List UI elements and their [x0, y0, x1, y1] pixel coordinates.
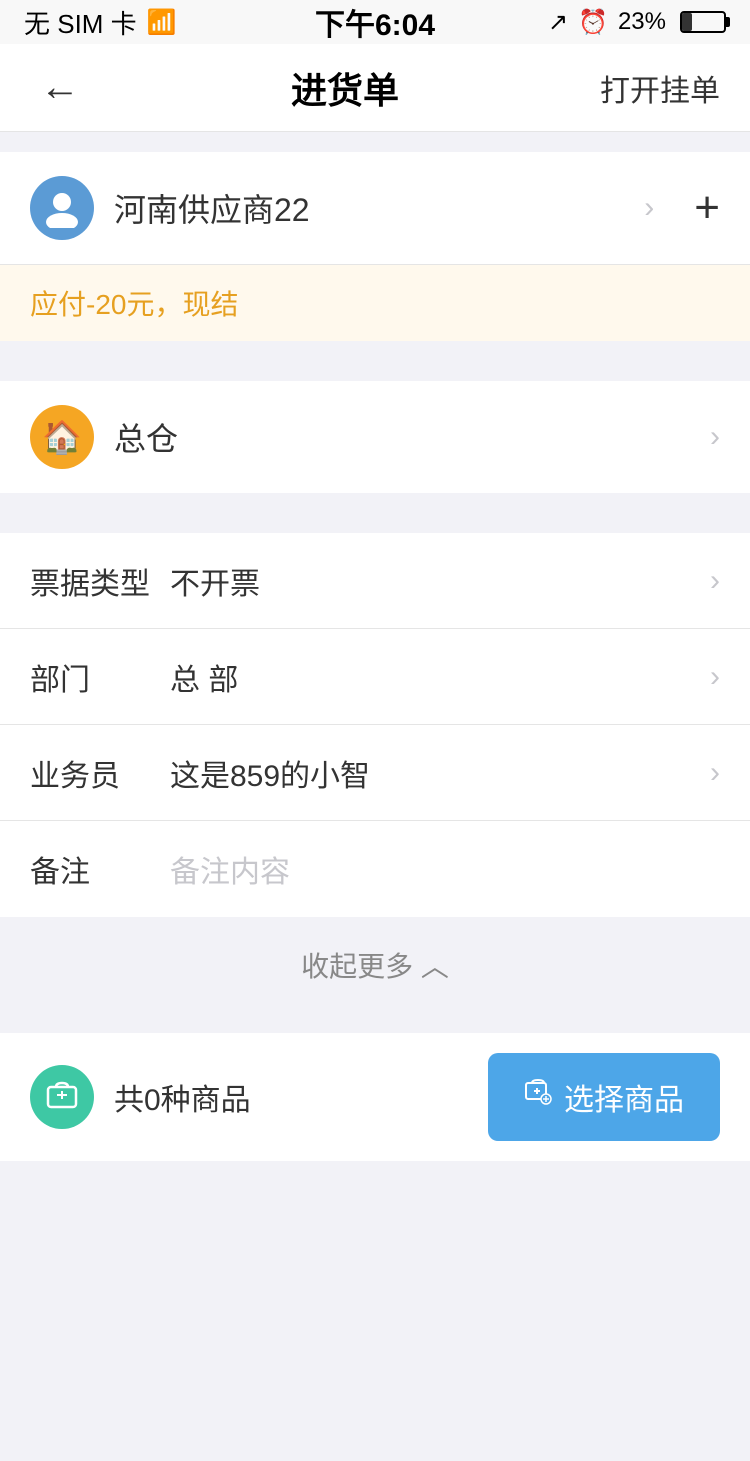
- remark-input[interactable]: 备注内容: [170, 847, 720, 891]
- cart-icon: [30, 1065, 94, 1129]
- page-title: 进货单: [291, 62, 399, 114]
- nav-bar: ← 进货单 打开挂单: [0, 44, 750, 132]
- remark-row[interactable]: 备注 备注内容: [0, 821, 750, 917]
- warehouse-row[interactable]: 🏠 总仓 ›: [0, 381, 750, 493]
- dept-label: 部门: [30, 655, 170, 699]
- top-divider: [0, 132, 750, 152]
- remark-label: 备注: [30, 847, 170, 891]
- salesman-chevron-icon: ›: [710, 756, 720, 790]
- back-button[interactable]: ←: [30, 55, 90, 120]
- notice-banner: 应付-20元，现结: [0, 265, 750, 341]
- dept-value: 总 部: [170, 655, 710, 699]
- select-product-button[interactable]: 选择商品: [488, 1053, 720, 1141]
- product-count: 共0种商品: [114, 1075, 488, 1119]
- collapse-button[interactable]: 收起更多 ︿: [0, 917, 750, 1013]
- invoice-value: 不开票: [170, 559, 710, 603]
- supplier-name: 河南供应商22: [114, 185, 644, 231]
- collapse-text: 收起更多 ︿: [301, 945, 449, 985]
- product-divider: [0, 1013, 750, 1033]
- product-bar: 共0种商品 选择商品: [0, 1033, 750, 1161]
- salesman-value: 这是859的小智: [170, 751, 710, 795]
- select-product-icon: [524, 1079, 552, 1115]
- carrier-text: 无 SIM 卡: [24, 4, 137, 41]
- form-section: 票据类型 不开票 › 部门 总 部 › 业务员 这是859的小智 › 备注 备注…: [0, 533, 750, 917]
- status-left: 无 SIM 卡 📶: [24, 4, 177, 41]
- invoice-label: 票据类型: [30, 559, 170, 603]
- supplier-row[interactable]: 河南供应商22 › +: [0, 152, 750, 265]
- supplier-chevron-icon: ›: [644, 191, 654, 225]
- dept-row[interactable]: 部门 总 部 ›: [0, 629, 750, 725]
- wifi-icon: 📶: [147, 8, 177, 37]
- alarm-icon: ⏰: [578, 8, 608, 37]
- page-background: [0, 1161, 750, 1461]
- status-right: ↗ ⏰ 23%: [548, 8, 726, 37]
- location-icon: ↗: [548, 8, 568, 37]
- salesman-row[interactable]: 业务员 这是859的小智 ›: [0, 725, 750, 821]
- battery-percent: 23%: [618, 8, 666, 36]
- supplier-avatar: [30, 176, 94, 240]
- warehouse-divider: [0, 341, 750, 361]
- select-product-label: 选择商品: [564, 1075, 684, 1119]
- warehouse-name: 总仓: [114, 414, 710, 460]
- warehouse-icon: 🏠: [30, 405, 94, 469]
- warehouse-section: 🏠 总仓 ›: [0, 381, 750, 493]
- salesman-label: 业务员: [30, 751, 170, 795]
- form-divider: [0, 493, 750, 513]
- dept-chevron-icon: ›: [710, 660, 720, 694]
- status-bar: 无 SIM 卡 📶 下午6:04 ↗ ⏰ 23%: [0, 0, 750, 44]
- add-supplier-button[interactable]: +: [694, 183, 720, 233]
- open-pending-button[interactable]: 打开挂单: [600, 66, 720, 110]
- warehouse-chevron-icon: ›: [710, 420, 720, 454]
- status-time: 下午6:04: [315, 0, 435, 44]
- invoice-chevron-icon: ›: [710, 564, 720, 598]
- notice-text: 应付-20元，现结: [30, 289, 238, 320]
- supplier-section: 河南供应商22 › + 应付-20元，现结: [0, 152, 750, 341]
- battery-icon: [680, 11, 726, 33]
- invoice-row[interactable]: 票据类型 不开票 ›: [0, 533, 750, 629]
